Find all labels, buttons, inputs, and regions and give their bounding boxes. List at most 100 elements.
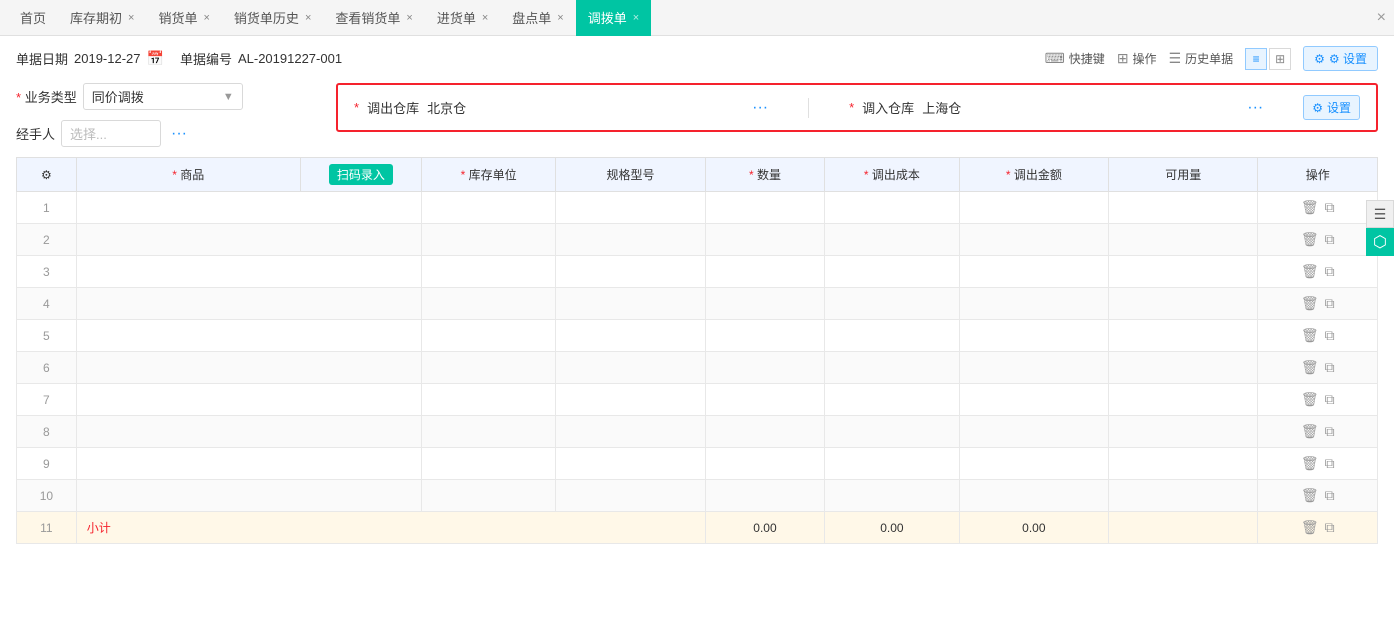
product-cell[interactable] xyxy=(76,480,421,512)
spec-cell xyxy=(556,256,705,288)
gear-icon: ⚙ xyxy=(1312,101,1323,115)
qty-cell[interactable] xyxy=(705,416,825,448)
tab-close-icon[interactable]: × xyxy=(406,12,412,24)
business-type-label: * 业务类型 xyxy=(16,87,77,106)
product-cell[interactable] xyxy=(76,448,421,480)
table-header-row: ⚙ * 商品 扫码录入 * 库存单位 规格型号 xyxy=(17,158,1378,192)
tab-close-icon[interactable]: × xyxy=(482,12,488,24)
tab-home[interactable]: 首页 xyxy=(8,0,58,36)
agent-more-icon[interactable]: ··· xyxy=(171,125,187,143)
avail-cell xyxy=(1109,320,1258,352)
qty-cell[interactable] xyxy=(705,384,825,416)
qty-cell[interactable] xyxy=(705,352,825,384)
th-gear[interactable]: ⚙ xyxy=(17,158,77,192)
qty-cell[interactable] xyxy=(705,448,825,480)
product-cell[interactable] xyxy=(76,352,421,384)
copy-icon[interactable]: ⧉ xyxy=(1325,199,1335,216)
tab-view-sales[interactable]: 查看销货单 × xyxy=(323,0,424,36)
qty-cell[interactable] xyxy=(705,480,825,512)
unit-cell xyxy=(421,480,555,512)
delete-icon[interactable]: 🗑 xyxy=(1301,519,1319,536)
copy-icon[interactable]: ⧉ xyxy=(1325,487,1335,504)
product-cell[interactable] xyxy=(76,416,421,448)
delete-icon[interactable]: 🗑 xyxy=(1301,487,1319,504)
tab-close-icon[interactable]: × xyxy=(305,12,311,24)
right-actions: ⌨ 快捷键 ⊞ 操作 ☰ 历史单据 ≡ ⊞ ⚙ ⚙ 设置 xyxy=(1045,46,1378,71)
amount-cell xyxy=(959,416,1108,448)
spec-cell xyxy=(556,384,705,416)
cost-cell xyxy=(825,448,959,480)
calendar-icon[interactable]: 📅 xyxy=(147,50,164,67)
copy-icon[interactable]: ⧉ xyxy=(1325,391,1335,408)
agent-input[interactable]: 选择... xyxy=(61,120,161,147)
view-toggle-list[interactable]: ≡ xyxy=(1245,48,1267,70)
business-type-select[interactable]: 同价调拨 ▼ xyxy=(83,83,243,110)
scan-button[interactable]: 扫码录入 xyxy=(329,164,393,185)
row-num-cell: 1 xyxy=(17,192,77,224)
operation-icon: ⊞ xyxy=(1117,50,1129,67)
doc-date-value: 2019-12-27 xyxy=(74,51,141,66)
qty-cell[interactable] xyxy=(705,256,825,288)
settings-button[interactable]: ⚙ ⚙ 设置 xyxy=(1303,46,1378,71)
delete-icon[interactable]: 🗑 xyxy=(1301,263,1319,280)
product-cell[interactable] xyxy=(76,288,421,320)
copy-icon[interactable]: ⧉ xyxy=(1325,263,1335,280)
shortcut-button[interactable]: ⌨ 快捷键 xyxy=(1045,50,1105,67)
th-ops: 操作 xyxy=(1258,158,1378,192)
operation-button[interactable]: ⊞ 操作 xyxy=(1117,50,1157,67)
tab-purchase-order[interactable]: 进货单 × xyxy=(425,0,500,36)
delete-icon[interactable]: 🗑 xyxy=(1301,359,1319,376)
tab-close-icon[interactable]: × xyxy=(203,12,209,24)
product-cell[interactable] xyxy=(76,256,421,288)
warehouse-out-more-icon[interactable]: ··· xyxy=(752,99,768,117)
subtotal-ops-cell: 🗑 ⧉ xyxy=(1258,512,1378,544)
delete-icon[interactable]: 🗑 xyxy=(1301,327,1319,344)
tab-sales-history[interactable]: 销货单历史 × xyxy=(222,0,323,36)
ops-cell: 🗑 ⧉ xyxy=(1258,352,1378,384)
warehouse-settings-button[interactable]: ⚙ 设置 xyxy=(1303,95,1360,120)
copy-icon[interactable]: ⧉ xyxy=(1325,327,1335,344)
product-cell[interactable] xyxy=(76,192,421,224)
spec-cell xyxy=(556,192,705,224)
copy-icon[interactable]: ⧉ xyxy=(1325,295,1335,312)
side-export-button[interactable]: ⬡ xyxy=(1366,228,1394,256)
copy-icon[interactable]: ⧉ xyxy=(1325,231,1335,248)
ops-cell: 🗑 ⧉ xyxy=(1258,384,1378,416)
qty-cell[interactable] xyxy=(705,192,825,224)
tab-inventory-init[interactable]: 库存期初 × xyxy=(58,0,146,36)
amount-cell xyxy=(959,288,1108,320)
row-num-cell: 3 xyxy=(17,256,77,288)
tab-sales-order[interactable]: 销货单 × xyxy=(146,0,221,36)
close-window-button[interactable]: × xyxy=(1377,9,1386,27)
view-toggle-grid[interactable]: ⊞ xyxy=(1269,48,1291,70)
side-list-button[interactable]: ☰ xyxy=(1366,200,1394,228)
qty-cell[interactable] xyxy=(705,320,825,352)
history-button[interactable]: ☰ 历史单据 xyxy=(1169,50,1234,67)
tab-close-icon[interactable]: × xyxy=(633,12,639,24)
tab-transfer-order[interactable]: 调拨单 × xyxy=(576,0,651,36)
qty-cell[interactable] xyxy=(705,224,825,256)
delete-icon[interactable]: 🗑 xyxy=(1301,391,1319,408)
delete-icon[interactable]: 🗑 xyxy=(1301,199,1319,216)
amount-cell xyxy=(959,192,1108,224)
product-cell[interactable] xyxy=(76,384,421,416)
delete-icon[interactable]: 🗑 xyxy=(1301,423,1319,440)
copy-icon[interactable]: ⧉ xyxy=(1325,455,1335,472)
copy-icon[interactable]: ⧉ xyxy=(1325,359,1335,376)
th-product: * 商品 xyxy=(76,158,300,192)
delete-icon[interactable]: 🗑 xyxy=(1301,295,1319,312)
delete-icon[interactable]: 🗑 xyxy=(1301,455,1319,472)
product-cell[interactable] xyxy=(76,224,421,256)
delete-icon[interactable]: 🗑 xyxy=(1301,231,1319,248)
tab-close-icon[interactable]: × xyxy=(128,12,134,24)
copy-icon[interactable]: ⧉ xyxy=(1325,519,1335,536)
qty-cell[interactable] xyxy=(705,288,825,320)
tab-close-icon[interactable]: × xyxy=(557,12,563,24)
copy-icon[interactable]: ⧉ xyxy=(1325,423,1335,440)
tab-inventory-check[interactable]: 盘点单 × xyxy=(500,0,575,36)
warehouse-in-more-icon[interactable]: ··· xyxy=(1247,99,1263,117)
spec-cell xyxy=(556,480,705,512)
required-star: * xyxy=(354,100,359,115)
avail-cell xyxy=(1109,192,1258,224)
product-cell[interactable] xyxy=(76,320,421,352)
